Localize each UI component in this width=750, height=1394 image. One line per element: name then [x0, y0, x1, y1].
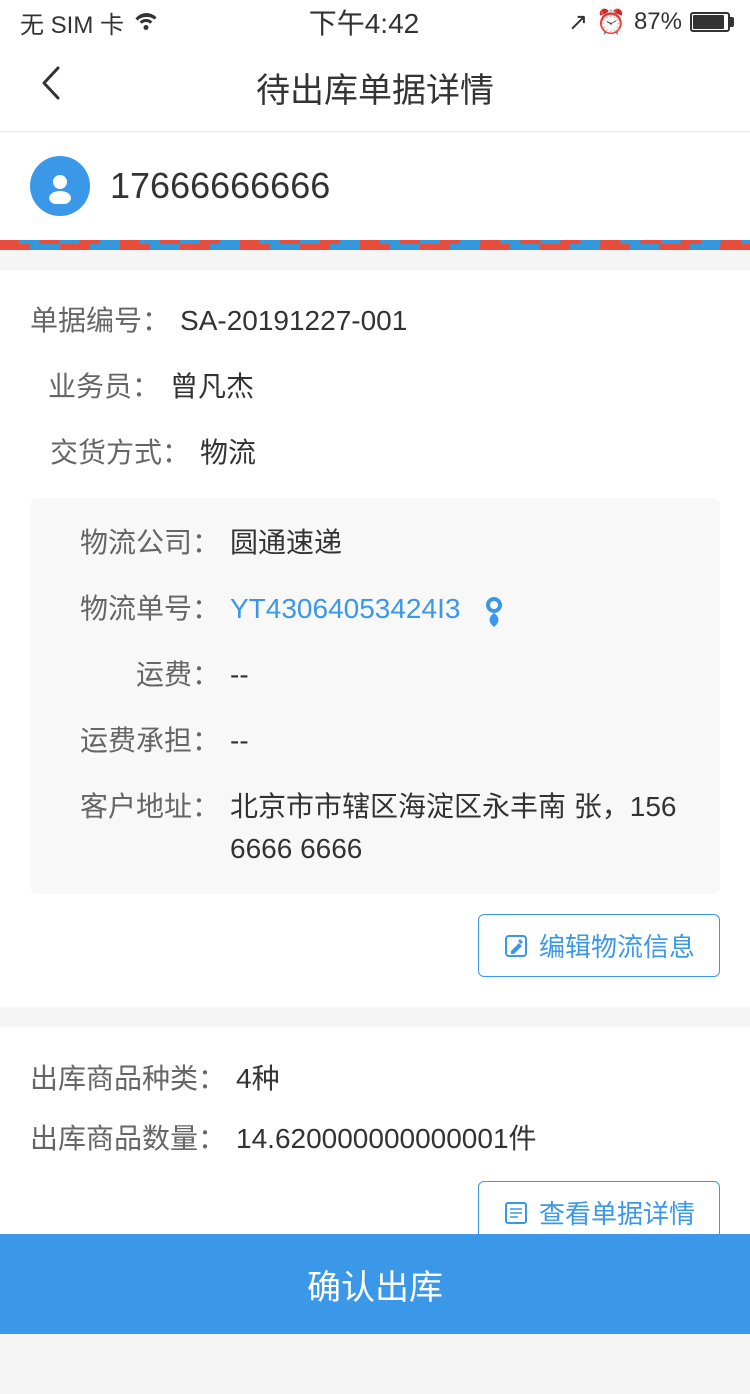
- goods-types-label: 出库商品种类：: [30, 1057, 226, 1097]
- order-num-value: SA-20191227-001: [170, 300, 720, 342]
- edit-logistics-button[interactable]: 编辑物流信息: [478, 914, 720, 977]
- status-bar: 无 SIM 卡 下午4:42 ↗ ⏰ 87%: [0, 0, 750, 44]
- status-bar-left: 无 SIM 卡: [20, 5, 160, 40]
- goods-types-value: 4种: [226, 1057, 720, 1097]
- goods-quantity-row: 出库商品数量： 14.620000000000001件: [30, 1117, 720, 1157]
- tracking-row: 物流单号： YT43064053424I3: [60, 588, 690, 630]
- order-num-label: 单据编号：: [30, 300, 170, 342]
- company-label: 物流公司：: [60, 522, 220, 564]
- address-label: 客户地址：: [60, 786, 220, 828]
- goods-quantity-value: 14.620000000000001件: [226, 1117, 720, 1157]
- edit-logistics-button-container: 编辑物流信息: [30, 914, 720, 977]
- tracking-label: 物流单号：: [60, 588, 220, 630]
- customer-phone: 17666666666: [110, 165, 330, 207]
- logistics-inner-box: 物流公司： 圆通速递 物流单号： YT43064053424I3: [30, 498, 720, 894]
- salesman-label: 业务员：: [30, 366, 160, 408]
- back-button[interactable]: [30, 54, 72, 121]
- goods-quantity-label: 出库商品数量：: [30, 1117, 226, 1157]
- salesman-value: 曾凡杰: [160, 366, 720, 408]
- freight-value: --: [220, 654, 690, 696]
- page-title: 待出库单据详情: [256, 63, 494, 112]
- company-row: 物流公司： 圆通速递: [60, 522, 690, 564]
- delivery-value: 物流: [190, 432, 720, 474]
- freight-label: 运费：: [60, 654, 220, 696]
- confirm-button[interactable]: 确认出库: [0, 1234, 750, 1334]
- nav-bar: 待出库单据详情: [0, 44, 750, 132]
- battery-percent: 87%: [634, 8, 682, 36]
- carrier-label: 无 SIM 卡: [20, 5, 124, 40]
- basic-info-section: 单据编号： SA-20191227-001 业务员： 曾凡杰 交货方式： 物流 …: [0, 270, 750, 1007]
- wifi-icon: [132, 8, 160, 37]
- tracking-value: YT43064053424I3: [220, 588, 690, 630]
- alarm-icon: ⏰: [596, 8, 626, 37]
- battery-icon: [690, 12, 730, 32]
- order-num-row: 单据编号： SA-20191227-001: [30, 300, 720, 342]
- customer-header: 17666666666: [0, 132, 750, 244]
- goods-types-row: 出库商品种类： 4种: [30, 1057, 720, 1097]
- freight-bear-label: 运费承担：: [60, 720, 220, 762]
- avatar: [30, 156, 90, 216]
- location-icon: ↗: [568, 8, 588, 37]
- address-row: 客户地址： 北京市市辖区海淀区永丰南 张，156 6666 6666: [60, 786, 690, 870]
- delivery-row: 交货方式： 物流: [30, 432, 720, 474]
- freight-bear-value: --: [220, 720, 690, 762]
- salesman-row: 业务员： 曾凡杰: [30, 366, 720, 408]
- delivery-label: 交货方式：: [30, 432, 190, 474]
- location-pin-icon[interactable]: [476, 591, 512, 627]
- status-bar-time: 下午4:42: [309, 2, 420, 42]
- dashed-divider: [0, 244, 750, 250]
- status-bar-right: ↗ ⏰ 87%: [568, 8, 730, 37]
- company-value: 圆通速递: [220, 522, 690, 564]
- freight-bear-row: 运费承担： --: [60, 720, 690, 762]
- freight-row: 运费： --: [60, 654, 690, 696]
- address-value: 北京市市辖区海淀区永丰南 张，156 6666 6666: [220, 786, 690, 870]
